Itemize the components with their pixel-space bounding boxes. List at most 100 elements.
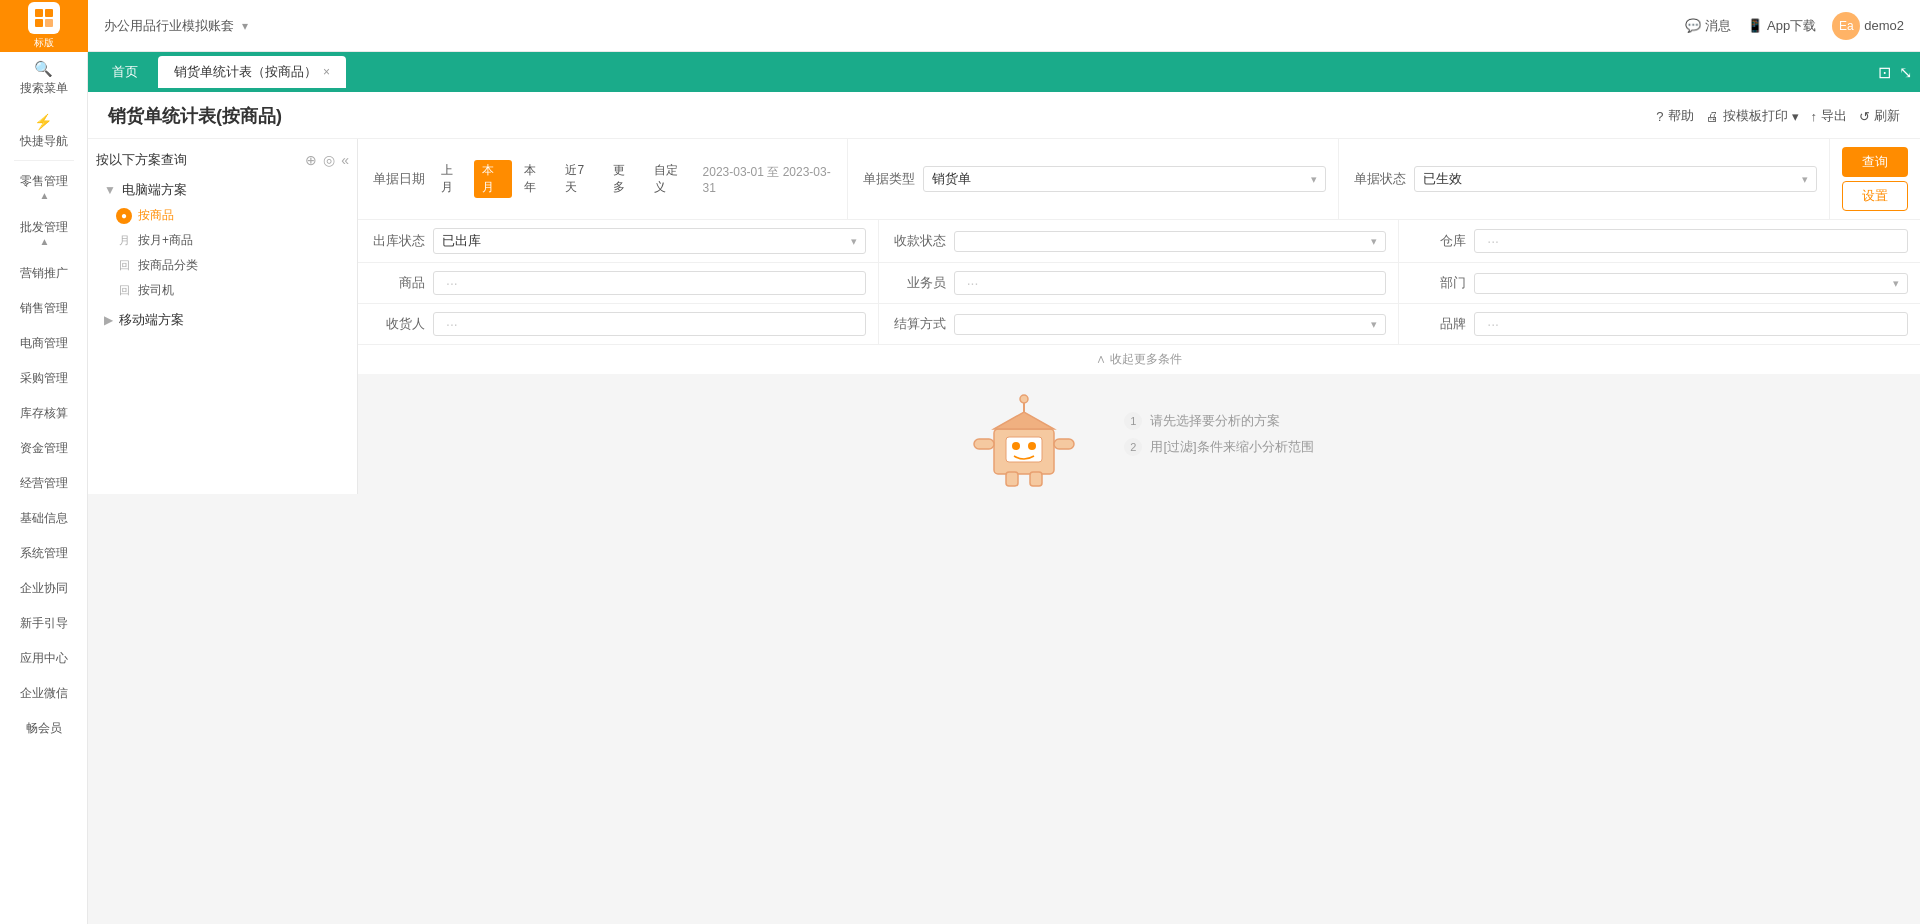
filter-outstatus-col: 出库状态 已出库 ▾ xyxy=(358,220,879,262)
tree-expand-icon: ▼ xyxy=(104,183,116,197)
hint-text-2: 用[过滤]条件来缩小分析范围 xyxy=(1150,438,1313,456)
cat-icon: 回 xyxy=(116,258,132,273)
filter-brand-col: 品牌 ··· xyxy=(1399,304,1920,344)
filter-row-4: 收货人 ··· 结算方式 xyxy=(358,304,1920,345)
tree-item-goods-cat[interactable]: 回 按商品分类 xyxy=(108,253,349,278)
sidebar-item-system[interactable]: 系统管理 xyxy=(0,535,88,570)
brand-input[interactable]: ··· xyxy=(1474,312,1908,336)
type-select[interactable]: 销货单 ▾ xyxy=(923,166,1325,192)
sidebar-item-retail[interactable]: 零售管理 ▲ xyxy=(0,163,88,209)
outstatus-select[interactable]: 已出库 ▾ xyxy=(433,228,866,254)
sidebar-item-biz[interactable]: 经营管理 xyxy=(0,465,88,500)
settings-button[interactable]: 设置 xyxy=(1842,181,1908,211)
sidebar-item-sales[interactable]: 销售管理 xyxy=(0,290,88,325)
warehouse-control: ··· xyxy=(1474,229,1908,253)
goods-label: 商品 xyxy=(370,274,425,292)
app-download-btn[interactable]: 📱 App下载 xyxy=(1747,17,1816,35)
query-buttons: 查询 设置 xyxy=(1829,139,1920,219)
sidebar-search-label: 搜索菜单 xyxy=(20,80,68,97)
query-button[interactable]: 查询 xyxy=(1842,147,1908,177)
collapse-panel-icon[interactable]: « xyxy=(341,152,349,168)
print-dropdown-icon[interactable]: ▾ xyxy=(1792,109,1799,124)
tab-close-icon[interactable]: × xyxy=(323,65,330,79)
staff-control: ··· xyxy=(954,271,1387,295)
collapse-bar[interactable]: ∧ 收起更多条件 xyxy=(358,345,1920,374)
filter-type-col: 单据类型 销货单 ▾ xyxy=(848,139,1338,219)
date-more[interactable]: 更多 xyxy=(605,160,642,198)
receiver-input[interactable]: ··· xyxy=(433,312,866,336)
sidebar-item-nav[interactable]: ⚡ 快捷导航 xyxy=(0,105,88,158)
sidebar-item-guide[interactable]: 新手引导 xyxy=(0,605,88,640)
message-btn[interactable]: 💬 消息 xyxy=(1685,17,1731,35)
tree-item-driver[interactable]: 回 按司机 xyxy=(108,278,349,303)
tab-home-label: 首页 xyxy=(112,63,138,81)
date-7days[interactable]: 近7天 xyxy=(557,160,600,198)
user-profile[interactable]: Ea demo2 xyxy=(1832,12,1904,40)
tree-item-by-goods[interactable]: ● 按商品 xyxy=(108,203,349,228)
sidebar-item-finance[interactable]: 资金管理 xyxy=(0,430,88,465)
export-btn[interactable]: ↑ 导出 xyxy=(1811,107,1848,125)
settle-arrow: ▾ xyxy=(1371,318,1377,331)
filter-goods-col: 商品 ··· xyxy=(358,263,879,303)
sidebar-collab-label: 企业协同 xyxy=(20,580,68,597)
sidebar: 标版 🔍 搜索菜单 ⚡ 快捷导航 零售管理 ▲ 批发管理 ▲ 营销推广 销售管理… xyxy=(0,0,88,924)
sidebar-vip-label: 畅会员 xyxy=(26,720,62,737)
sidebar-inventory-label: 库存核算 xyxy=(20,405,68,422)
status-select[interactable]: 已生效 ▾ xyxy=(1414,166,1817,192)
staff-input[interactable]: ··· xyxy=(954,271,1387,295)
recvstatus-select[interactable]: ▾ xyxy=(954,231,1387,252)
svg-rect-11 xyxy=(974,439,994,449)
main-area: 办公用品行业模拟账套 ▾ 💬 消息 📱 App下载 Ea demo2 首页 xyxy=(88,0,1920,924)
content-area: 销货单统计表(按商品) ? 帮助 🖨 按模板打印 ▾ ↑ 导出 ↺ 刷新 xyxy=(88,92,1920,924)
date-this-month[interactable]: 本月 xyxy=(474,160,511,198)
date-last-month[interactable]: 上月 xyxy=(433,160,470,198)
header-actions: ? 帮助 🖨 按模板打印 ▾ ↑ 导出 ↺ 刷新 xyxy=(1656,107,1900,125)
goods-input[interactable]: ··· xyxy=(433,271,866,295)
tab-actions: ⊡ ⤡ xyxy=(1878,63,1912,82)
sidebar-item-wechat[interactable]: 企业微信 xyxy=(0,675,88,710)
warehouse-input[interactable]: ··· xyxy=(1474,229,1908,253)
retail-arrow: ▲ xyxy=(40,190,50,201)
tree-mobile-label: 移动端方案 xyxy=(119,311,184,329)
date-this-year[interactable]: 本年 xyxy=(516,160,553,198)
tab-home[interactable]: 首页 xyxy=(96,56,154,88)
add-scheme-icon[interactable]: ⊕ xyxy=(305,152,317,168)
filter-staff-col: 业务员 ··· xyxy=(879,263,1400,303)
logo: 标版 xyxy=(0,0,88,52)
settle-label: 结算方式 xyxy=(891,315,946,333)
settle-select[interactable]: ▾ xyxy=(954,314,1387,335)
warehouse-dots: ··· xyxy=(1487,233,1499,249)
sidebar-item-apps[interactable]: 应用中心 xyxy=(0,640,88,675)
sidebar-item-vip[interactable]: 畅会员 xyxy=(0,710,88,745)
sidebar-item-inventory[interactable]: 库存核算 xyxy=(0,395,88,430)
status-control: 已生效 ▾ xyxy=(1414,166,1817,192)
tree-desktop[interactable]: ▼ 电脑端方案 xyxy=(96,177,349,203)
tab-minimize-icon[interactable]: ⊡ xyxy=(1878,63,1891,82)
sidebar-item-search[interactable]: 🔍 搜索菜单 xyxy=(0,52,88,105)
topbar-dropdown-icon[interactable]: ▾ xyxy=(242,19,248,33)
date-custom[interactable]: 自定义 xyxy=(646,160,694,198)
settings-scheme-icon[interactable]: ◎ xyxy=(323,152,335,168)
tree-mobile[interactable]: ▶ 移动端方案 xyxy=(96,307,349,333)
dept-select[interactable]: ▾ xyxy=(1474,273,1908,294)
export-label: 导出 xyxy=(1821,107,1847,125)
filter-recvstatus-col: 收款状态 ▾ xyxy=(879,220,1400,262)
sidebar-sales-label: 销售管理 xyxy=(20,300,68,317)
sidebar-item-basic[interactable]: 基础信息 xyxy=(0,500,88,535)
receiver-dots: ··· xyxy=(446,316,458,332)
tab-report[interactable]: 销货单统计表（按商品） × xyxy=(158,56,346,88)
sidebar-item-wholesale[interactable]: 批发管理 ▲ xyxy=(0,209,88,255)
help-btn[interactable]: ? 帮助 xyxy=(1656,107,1693,125)
tab-maximize-icon[interactable]: ⤡ xyxy=(1899,63,1912,82)
left-panel-header: 按以下方案查询 ⊕ ◎ « xyxy=(96,147,349,177)
sidebar-item-ecom[interactable]: 电商管理 xyxy=(0,325,88,360)
tree-item-month-goods[interactable]: 月 按月+商品 xyxy=(108,228,349,253)
brand-label: 品牌 xyxy=(1411,315,1466,333)
sidebar-item-collab[interactable]: 企业协同 xyxy=(0,570,88,605)
print-btn[interactable]: 🖨 按模板打印 ▾ xyxy=(1706,107,1799,125)
sidebar-item-marketing[interactable]: 营销推广 xyxy=(0,255,88,290)
sidebar-item-purchase[interactable]: 采购管理 xyxy=(0,360,88,395)
staff-label: 业务员 xyxy=(891,274,946,292)
empty-illustration xyxy=(964,374,1084,494)
refresh-btn[interactable]: ↺ 刷新 xyxy=(1859,107,1900,125)
